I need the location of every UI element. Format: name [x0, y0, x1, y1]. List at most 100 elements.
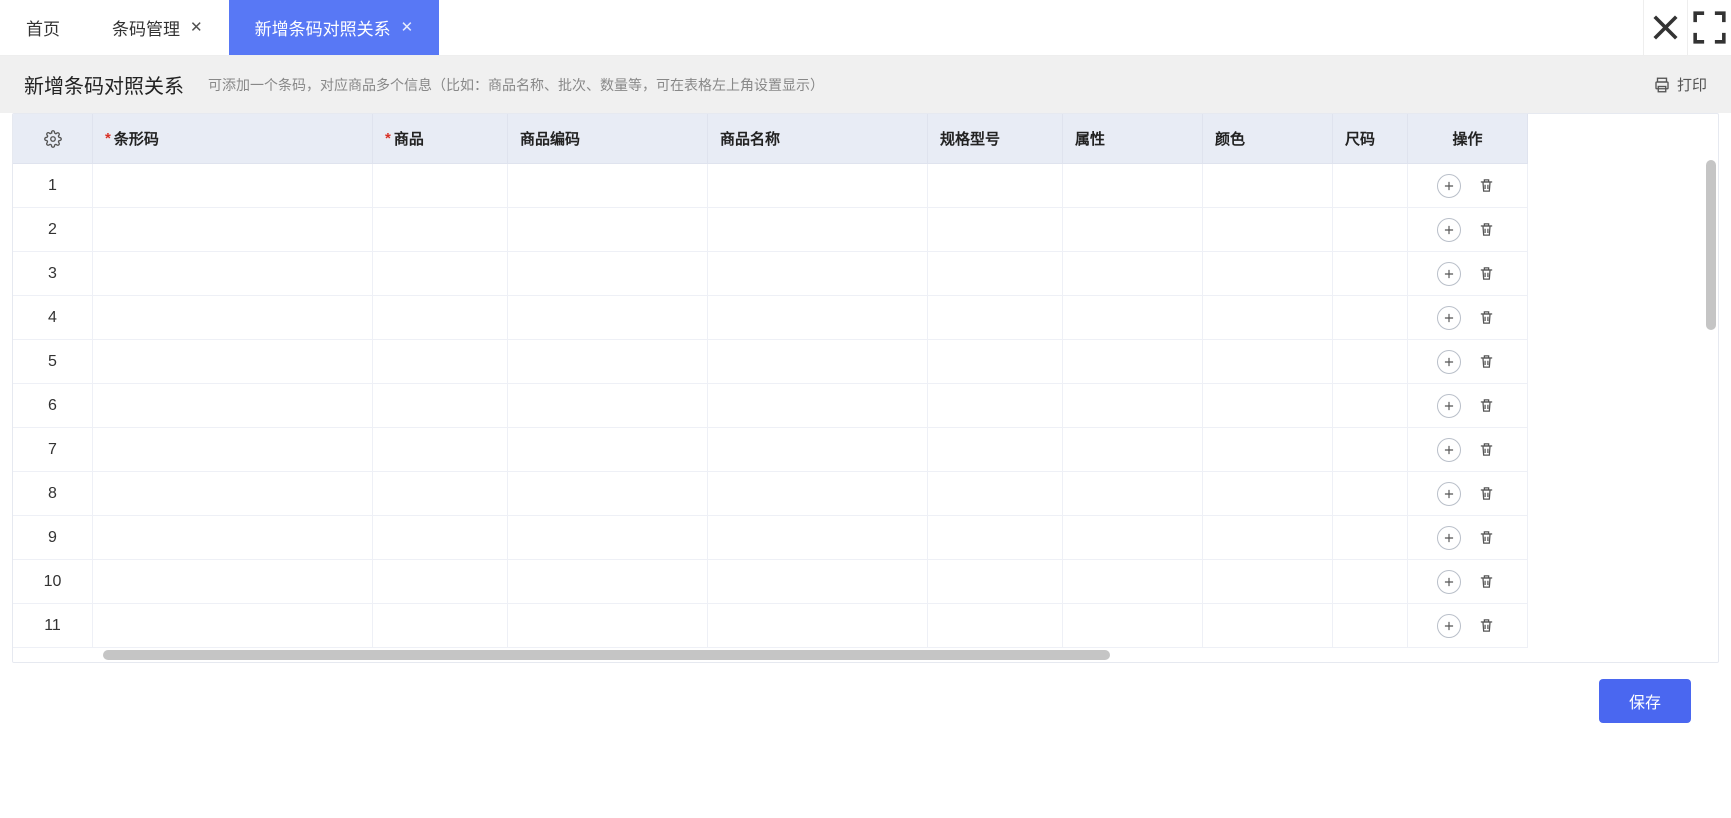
cell-product_name[interactable]	[708, 604, 928, 648]
cell-product_name[interactable]	[708, 208, 928, 252]
cell-attr[interactable]	[1063, 472, 1203, 516]
cell-product[interactable]	[373, 208, 508, 252]
row-actions-cell[interactable]	[1408, 472, 1528, 516]
cell-attr[interactable]	[1063, 560, 1203, 604]
cell-product_name[interactable]	[708, 252, 928, 296]
cell-spec[interactable]	[928, 164, 1063, 208]
delete-row-button[interactable]	[1475, 174, 1499, 198]
cell-barcode[interactable]	[93, 164, 373, 208]
column-header-product-name[interactable]: 商品名称	[708, 114, 928, 164]
cell-color[interactable]	[1203, 296, 1333, 340]
add-row-button[interactable]	[1437, 350, 1461, 374]
cell-barcode[interactable]	[93, 428, 373, 472]
cell-color[interactable]	[1203, 384, 1333, 428]
row-actions-cell[interactable]	[1408, 208, 1528, 252]
cell-product_code[interactable]	[508, 428, 708, 472]
cell-barcode[interactable]	[93, 560, 373, 604]
row-actions-cell[interactable]	[1408, 340, 1528, 384]
save-button[interactable]: 保存	[1599, 679, 1691, 723]
close-icon[interactable]: ✕	[401, 20, 414, 35]
cell-color[interactable]	[1203, 428, 1333, 472]
cell-barcode[interactable]	[93, 472, 373, 516]
cell-color[interactable]	[1203, 560, 1333, 604]
cell-size[interactable]	[1333, 208, 1408, 252]
delete-row-button[interactable]	[1475, 218, 1499, 242]
cell-product[interactable]	[373, 428, 508, 472]
cell-product_name[interactable]	[708, 428, 928, 472]
cell-product[interactable]	[373, 560, 508, 604]
add-row-button[interactable]	[1437, 438, 1461, 462]
print-button[interactable]: 打印	[1653, 74, 1707, 95]
close-all-button[interactable]	[1643, 0, 1687, 55]
cell-product_name[interactable]	[708, 296, 928, 340]
cell-attr[interactable]	[1063, 604, 1203, 648]
cell-barcode[interactable]	[93, 296, 373, 340]
cell-attr[interactable]	[1063, 340, 1203, 384]
cell-barcode[interactable]	[93, 208, 373, 252]
cell-color[interactable]	[1203, 516, 1333, 560]
add-row-button[interactable]	[1437, 306, 1461, 330]
cell-spec[interactable]	[928, 472, 1063, 516]
row-actions-cell[interactable]	[1408, 164, 1528, 208]
row-actions-cell[interactable]	[1408, 560, 1528, 604]
cell-product_code[interactable]	[508, 384, 708, 428]
cell-spec[interactable]	[928, 516, 1063, 560]
cell-product_code[interactable]	[508, 252, 708, 296]
column-header-attr[interactable]: 属性	[1063, 114, 1203, 164]
cell-product_name[interactable]	[708, 560, 928, 604]
cell-product_code[interactable]	[508, 516, 708, 560]
cell-size[interactable]	[1333, 252, 1408, 296]
cell-product_name[interactable]	[708, 340, 928, 384]
cell-spec[interactable]	[928, 208, 1063, 252]
close-icon[interactable]: ✕	[190, 20, 203, 35]
row-actions-cell[interactable]	[1408, 428, 1528, 472]
delete-row-button[interactable]	[1475, 306, 1499, 330]
delete-row-button[interactable]	[1475, 614, 1499, 638]
cell-size[interactable]	[1333, 296, 1408, 340]
delete-row-button[interactable]	[1475, 350, 1499, 374]
cell-spec[interactable]	[928, 560, 1063, 604]
add-row-button[interactable]	[1437, 570, 1461, 594]
add-row-button[interactable]	[1437, 526, 1461, 550]
delete-row-button[interactable]	[1475, 438, 1499, 462]
vertical-scrollbar-thumb[interactable]	[1706, 160, 1716, 330]
cell-product[interactable]	[373, 604, 508, 648]
cell-barcode[interactable]	[93, 252, 373, 296]
cell-color[interactable]	[1203, 208, 1333, 252]
cell-product[interactable]	[373, 164, 508, 208]
cell-barcode[interactable]	[93, 384, 373, 428]
cell-color[interactable]	[1203, 604, 1333, 648]
cell-product[interactable]	[373, 472, 508, 516]
cell-product_code[interactable]	[508, 472, 708, 516]
cell-product[interactable]	[373, 516, 508, 560]
add-row-button[interactable]	[1437, 614, 1461, 638]
add-row-button[interactable]	[1437, 218, 1461, 242]
cell-size[interactable]	[1333, 428, 1408, 472]
cell-product[interactable]	[373, 384, 508, 428]
cell-size[interactable]	[1333, 340, 1408, 384]
delete-row-button[interactable]	[1475, 482, 1499, 506]
cell-product_name[interactable]	[708, 384, 928, 428]
cell-product[interactable]	[373, 340, 508, 384]
cell-attr[interactable]	[1063, 252, 1203, 296]
add-row-button[interactable]	[1437, 482, 1461, 506]
cell-size[interactable]	[1333, 604, 1408, 648]
cell-attr[interactable]	[1063, 208, 1203, 252]
cell-spec[interactable]	[928, 604, 1063, 648]
cell-product_code[interactable]	[508, 208, 708, 252]
delete-row-button[interactable]	[1475, 262, 1499, 286]
cell-color[interactable]	[1203, 252, 1333, 296]
cell-attr[interactable]	[1063, 296, 1203, 340]
horizontal-scrollbar-thumb[interactable]	[103, 650, 1110, 660]
delete-row-button[interactable]	[1475, 570, 1499, 594]
cell-product_code[interactable]	[508, 340, 708, 384]
add-row-button[interactable]	[1437, 174, 1461, 198]
cell-color[interactable]	[1203, 164, 1333, 208]
cell-attr[interactable]	[1063, 384, 1203, 428]
cell-product_code[interactable]	[508, 604, 708, 648]
cell-spec[interactable]	[928, 384, 1063, 428]
fullscreen-button[interactable]	[1687, 0, 1731, 55]
add-row-button[interactable]	[1437, 394, 1461, 418]
add-row-button[interactable]	[1437, 262, 1461, 286]
cell-product_code[interactable]	[508, 296, 708, 340]
